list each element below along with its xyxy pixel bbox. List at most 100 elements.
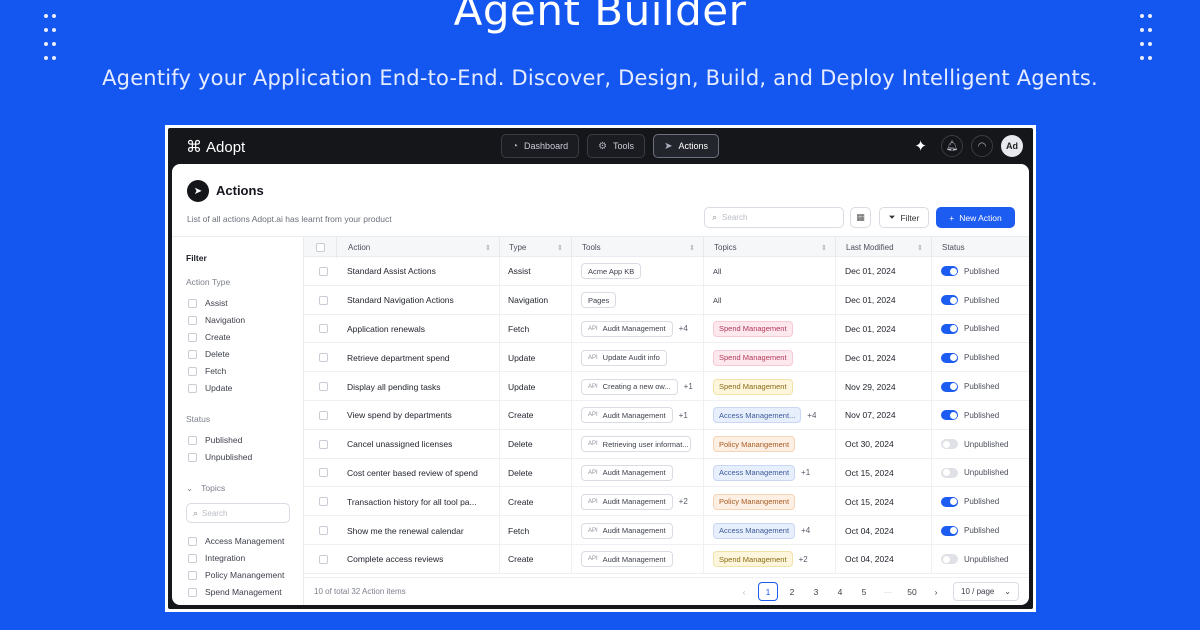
more-tools-count[interactable]: +1 [684,382,693,391]
row-checkbox[interactable] [319,439,328,449]
topic-chip[interactable]: Access Management... [713,407,802,424]
tool-chip[interactable]: API Audit Management [581,464,673,481]
column-header-action[interactable]: Action ⇕ [336,237,499,258]
status-toggle[interactable] [941,381,958,392]
topic-chip[interactable]: Spend Management [713,349,793,366]
page-button[interactable]: 1 [758,582,778,601]
filter-option[interactable]: Policy Manangement [188,570,284,580]
tool-chip[interactable]: API Audit Management [581,320,673,337]
row-checkbox[interactable] [319,526,328,536]
row-checkbox[interactable] [319,382,328,392]
table-row[interactable]: Cost center based review of spend Delete A… [304,458,1029,488]
tool-chip[interactable]: Acme App KB [581,263,642,280]
filter-option[interactable]: Fetch [188,366,226,376]
topic-chip[interactable]: Spend Management [713,320,793,337]
status-toggle[interactable] [941,525,958,536]
checkbox[interactable] [188,536,197,546]
topics-toggle[interactable]: ⌄ Topics [186,483,225,494]
tool-chip[interactable]: API Retrieving user informat... [581,436,691,453]
action-name[interactable]: Display all pending tasks [347,372,497,401]
more-tools-count[interactable]: +2 [679,497,688,506]
filter-option[interactable]: Assist [188,298,228,308]
tool-chip[interactable]: API Audit Management [581,407,673,424]
page-button[interactable]: 3 [806,582,826,601]
new-action-button[interactable]: + New Action [936,207,1015,228]
nav-tools[interactable]: ⚙ Tools [587,134,646,158]
tool-chip[interactable]: API Audit Management [581,551,673,568]
status-toggle[interactable] [941,439,958,450]
status-toggle[interactable] [941,496,958,507]
page-button[interactable]: 2 [782,582,802,601]
more-topics-count[interactable]: +4 [801,526,810,535]
checkbox[interactable] [188,570,197,580]
table-row[interactable]: View spend by departments Create API Audit … [304,400,1029,430]
row-checkbox[interactable] [319,324,328,334]
prev-page-button[interactable]: ‹ [734,582,754,601]
filter-option[interactable]: Update [188,383,232,393]
status-toggle[interactable] [941,410,958,421]
more-topics-count[interactable]: +2 [799,555,808,564]
tool-chip[interactable]: API Audit Management [581,522,673,539]
checkbox[interactable] [188,315,197,325]
topic-chip[interactable]: Policy Manangement [713,436,796,453]
status-toggle[interactable] [941,295,958,306]
more-topics-count[interactable]: +4 [807,411,816,420]
action-name[interactable]: Standard Navigation Actions [347,286,497,315]
table-row[interactable]: Standard Assist Actions Assist Acme App KB… [304,257,1029,286]
status-toggle[interactable] [941,554,958,565]
topic-chip[interactable]: Access Management [713,464,796,481]
search-input[interactable] [722,213,833,222]
bell-icon[interactable]: 🔔︎ [941,135,963,157]
filter-option[interactable]: Spend Management [188,587,282,597]
filter-option[interactable]: Unpublished [188,452,252,462]
checkbox[interactable] [188,587,197,597]
action-name[interactable]: View spend by departments [347,401,497,430]
tool-chip[interactable]: API Audit Management [581,493,673,510]
topics-search-field[interactable]: ⌕ [186,503,290,523]
checkbox[interactable] [188,298,197,308]
topics-search-input[interactable] [202,508,283,518]
row-checkbox[interactable] [319,410,328,420]
column-header-type[interactable]: Type ⇕ [499,237,571,258]
topic-chip[interactable]: Spend Management [713,378,793,395]
action-name[interactable]: Retrieve department spend [347,343,497,372]
topic-chip[interactable]: Policy Manangement [713,493,796,510]
checkbox[interactable] [188,452,197,462]
select-all-checkbox[interactable] [315,243,325,252]
next-page-button[interactable]: › [926,582,946,601]
table-row[interactable]: Display all pending tasks Update API Creati… [304,372,1029,401]
tool-chip[interactable]: API Update Audit info [581,349,667,366]
status-toggle[interactable] [941,352,958,363]
more-topics-count[interactable]: +1 [801,468,810,477]
filter-option[interactable]: Delete [188,349,230,359]
status-toggle[interactable] [941,467,958,478]
checkbox[interactable] [188,383,197,393]
action-name[interactable]: Transaction history for all tool pa... [347,487,497,516]
action-name[interactable]: Application renewals [347,315,497,344]
table-row[interactable]: Transaction history for all tool pa... Cr… [304,487,1029,517]
table-row[interactable]: Retrieve department spend Update API Update… [304,343,1029,373]
checkbox[interactable] [188,366,197,376]
filter-button[interactable]: ⏷ Filter [879,207,929,228]
action-name[interactable]: Show me the renewal calendar [347,516,497,545]
action-name[interactable]: Cancel unassigned licenses [347,430,497,459]
filter-option[interactable]: Create [188,332,231,342]
avatar[interactable]: Ad [1001,135,1023,157]
status-toggle[interactable] [941,323,958,334]
page-ellipsis[interactable]: ··· [878,582,898,601]
nav-dashboard[interactable]: ◔ Dashboard [501,134,580,158]
status-toggle[interactable] [941,266,958,277]
page-button[interactable]: 5 [854,582,874,601]
column-header-last-modified[interactable]: Last Modified ⇕ [835,237,931,258]
row-checkbox[interactable] [319,295,328,305]
row-checkbox[interactable] [319,353,328,363]
action-name[interactable]: Cost center based review of spend [347,459,497,488]
page-button[interactable]: 4 [830,582,850,601]
table-row[interactable]: Complete access reviews Create API Audit Ma… [304,544,1029,574]
checkbox[interactable] [188,332,197,342]
columns-button[interactable]: ▦ [850,207,871,228]
tool-chip[interactable]: Pages [581,292,617,309]
topic-chip[interactable]: Spend Management [713,551,793,568]
filter-option[interactable]: Navigation [188,315,245,325]
row-checkbox[interactable] [319,497,328,507]
